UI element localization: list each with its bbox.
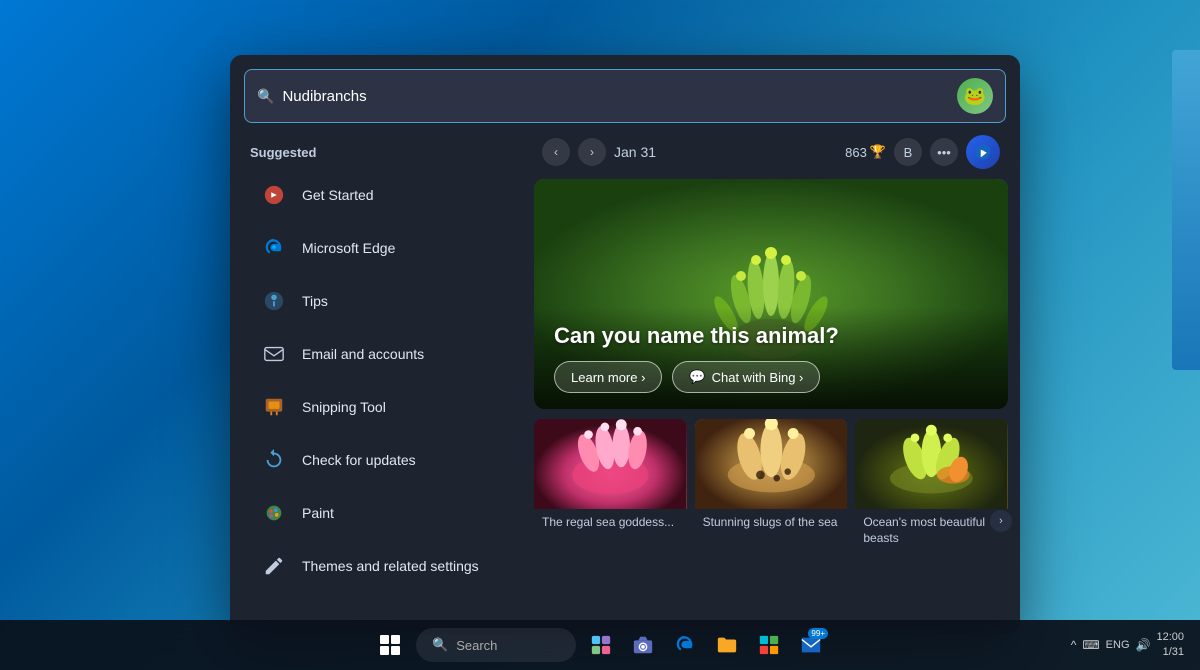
taskbar-icon-store[interactable] [752,628,786,662]
sidebar-item-label: Get Started [302,187,374,203]
hero-container: Can you name this animal? Learn more › 💬… [534,179,1008,409]
snipping-icon [258,391,290,423]
system-tray: ^ ⌨ ENG 🔊 12:001/31 [1071,630,1184,661]
next-thumbnail-button[interactable]: › [990,510,1012,532]
updates-icon [258,444,290,476]
sidebar-item-label: Tips [302,293,328,309]
panel-body: Suggested Get Started Microsoft Edge [230,131,1020,635]
top-bar: ‹ › Jan 31 863 🏆 B ••• [534,131,1008,179]
score-badge: 863 🏆 [845,144,886,160]
sidebar-item-label: Microsoft Edge [302,240,395,256]
thumb-image-3 [855,419,1008,509]
notification-badge: 99+ [808,628,828,639]
taskbar-center: 🔍 Search 99+ [372,627,828,663]
language-label: ENG [1106,639,1130,651]
prev-button[interactable]: ‹ [542,138,570,166]
windows-start-button[interactable] [372,627,408,663]
email-icon [258,338,290,370]
search-icon: 🔍 [257,88,274,105]
chat-icon: 💬 [689,369,705,385]
get-started-icon [258,179,290,211]
search-panel: 🔍 🐸 Suggested Get Started [230,55,1020,635]
search-input[interactable] [282,88,957,105]
thumbnail-grid: The regal sea goddess... [534,419,1008,623]
taskbar-right: ^ ⌨ ENG 🔊 12:001/31 [1071,630,1184,661]
avatar: 🐸 [957,78,993,114]
speaker-icon[interactable]: 🔊 [1136,638,1151,652]
sidebar-item-label: Check for updates [302,452,416,468]
sidebar-item-email[interactable]: Email and accounts [238,328,522,380]
taskbar-icon-edge[interactable] [668,628,702,662]
thumb-card-2[interactable]: Stunning slugs of the sea [695,419,848,623]
bing-icon-button[interactable] [966,135,1000,169]
taskbar: 🔍 Search 99+ [0,620,1200,670]
taskbar-icon-camera[interactable] [626,628,660,662]
thumb-card-3[interactable]: Ocean's most beautiful beasts [855,419,1008,623]
paint-icon [258,497,290,529]
right-accent-bar [1172,50,1200,370]
sidebar-item-label: Email and accounts [302,346,424,362]
right-content: ‹ › Jan 31 863 🏆 B ••• [530,131,1020,635]
hero-overlay: Can you name this animal? Learn more › 💬… [534,307,1008,409]
themes-icon [258,550,290,582]
sidebar-item-edge[interactable]: Microsoft Edge [238,222,522,274]
clock: 12:001/31 [1156,630,1184,661]
thumb-caption-2: Stunning slugs of the sea [695,509,848,537]
more-options-button[interactable]: ••• [930,138,958,166]
thumb-image-1 [534,419,687,509]
taskbar-icon-email[interactable]: 99+ [794,628,828,662]
thumb-caption-3: Ocean's most beautiful beasts [855,509,1008,552]
sidebar-section-label: Suggested [230,139,530,168]
edge-icon [258,232,290,264]
windows-logo-icon [380,635,400,655]
sidebar-item-label: Paint [302,505,334,521]
score-value: 863 [845,145,867,160]
sidebar-item-label: Themes and related settings [302,558,479,574]
taskbar-search-button[interactable]: 🔍 Search [416,628,576,662]
chat-label: Chat with Bing › [712,370,804,385]
sidebar-item-paint[interactable]: Paint [238,487,522,539]
taskbar-search-label: Search [456,638,497,653]
taskbar-icon-files[interactable] [710,628,744,662]
chevron-icon[interactable]: ^ [1071,638,1077,652]
trophy-icon: 🏆 [870,144,886,160]
sidebar-item-updates[interactable]: Check for updates [238,434,522,486]
next-button[interactable]: › [578,138,606,166]
desktop: 🔍 🐸 Suggested Get Started [0,0,1200,670]
hero-buttons: Learn more › 💬 Chat with Bing › [554,361,988,393]
sidebar: Suggested Get Started Microsoft Edge [230,131,530,635]
thumb-image-2 [695,419,848,509]
sidebar-item-snipping[interactable]: Snipping Tool [238,381,522,433]
sidebar-item-label: Snipping Tool [302,399,386,415]
search-bar-container: 🔍 🐸 [244,69,1006,123]
date-label: Jan 31 [614,144,837,160]
sidebar-item-get-started[interactable]: Get Started [238,169,522,221]
sidebar-item-tips[interactable]: Tips [238,275,522,327]
letter-badge[interactable]: B [894,138,922,166]
taskbar-icon-widgets[interactable] [584,628,618,662]
chat-bing-button[interactable]: 💬 Chat with Bing › [672,361,820,393]
thumb-caption-1: The regal sea goddess... [534,509,687,537]
thumb-card-1[interactable]: The regal sea goddess... [534,419,687,623]
taskbar-search-icon: 🔍 [432,637,448,653]
learn-more-button[interactable]: Learn more › [554,361,662,393]
keyboard-icon: ⌨ [1082,638,1099,652]
sidebar-item-themes[interactable]: Themes and related settings [238,540,522,592]
tips-icon [258,285,290,317]
hero-title: Can you name this animal? [554,323,988,349]
